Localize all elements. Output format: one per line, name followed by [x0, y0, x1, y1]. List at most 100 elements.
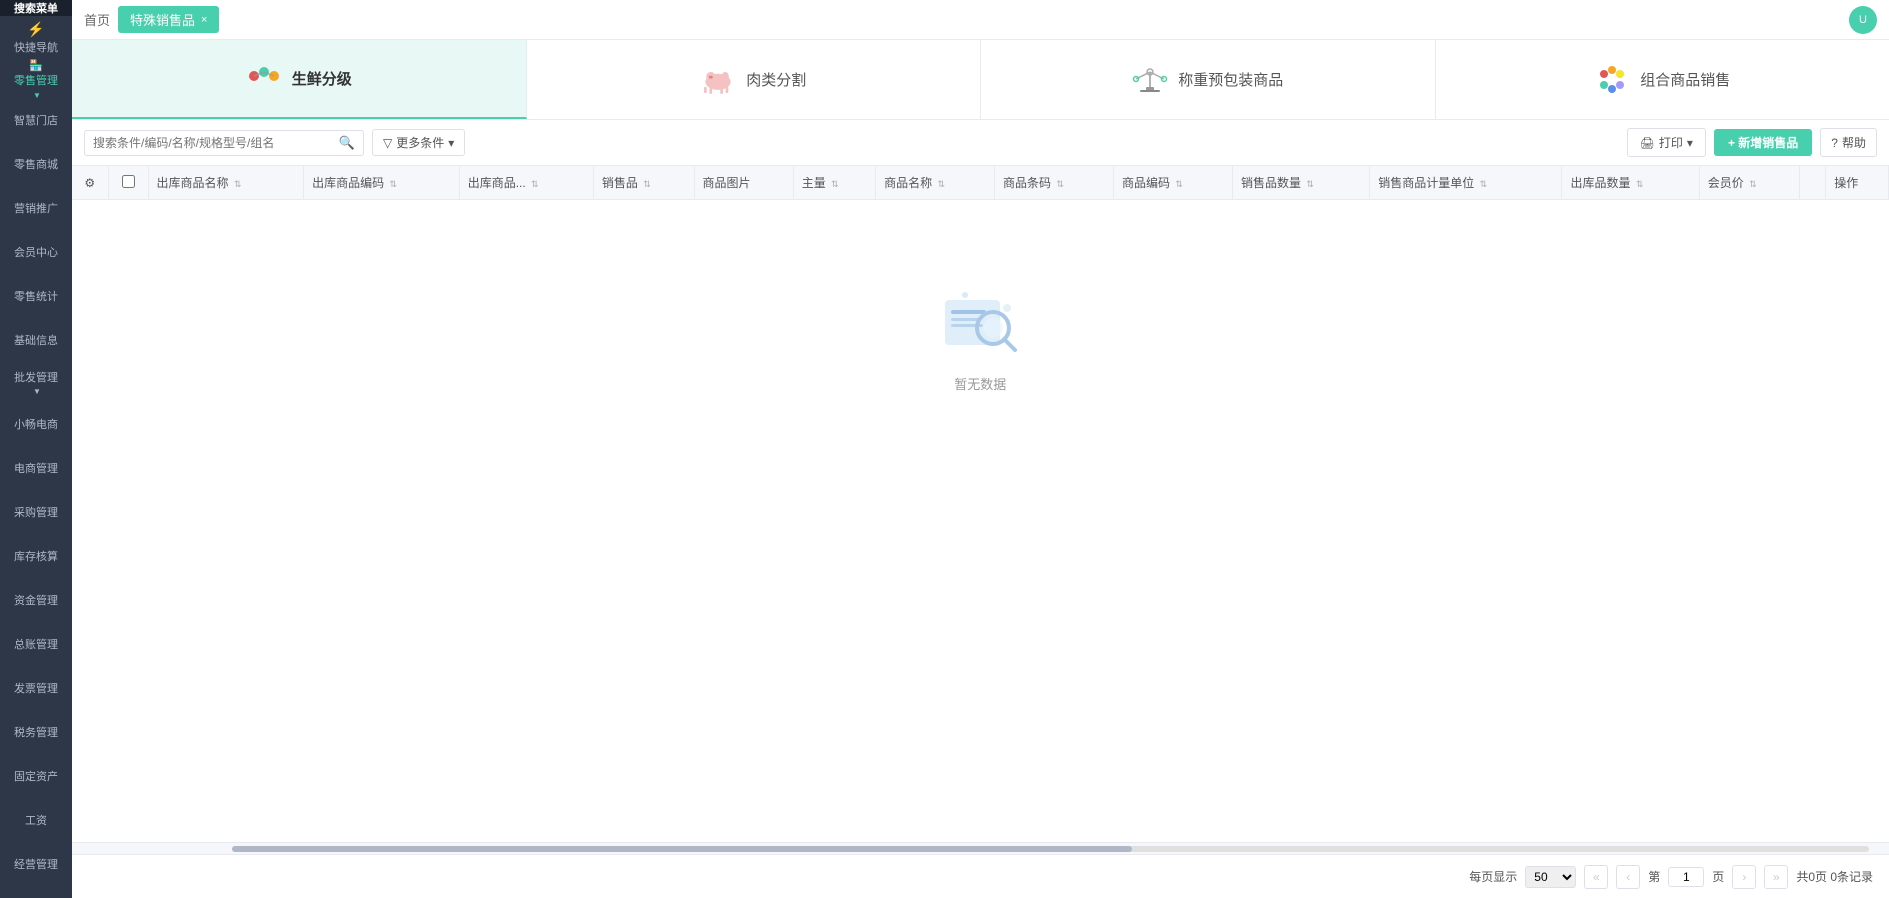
per-page-select[interactable]: 10 20 50 100 [1525, 866, 1576, 888]
th-sales-product[interactable]: 销售品 ⇅ [593, 166, 694, 200]
sidebar-item-fund-mgmt[interactable]: 资金管理 [0, 580, 72, 624]
sort-icon: ⇅ [643, 179, 651, 189]
category-tabs: 生鲜分级 肉类 [72, 40, 1889, 120]
sidebar-item-label: 电商管理 [14, 462, 58, 477]
combo-sales-icon [1594, 65, 1630, 95]
th-member-price[interactable]: 会员价 ⇅ [1699, 166, 1800, 200]
sidebar-item-invoice-mgmt[interactable]: 发票管理 [0, 668, 72, 712]
sidebar-item-label: 会员中心 [14, 246, 58, 261]
sidebar-item-retail-mall[interactable]: 零售商城 [0, 144, 72, 188]
search-icon[interactable]: 🔍 [339, 135, 355, 151]
sidebar-logo[interactable]: 搜索菜单 [0, 0, 72, 16]
sidebar-item-fixed-assets[interactable]: 固定资产 [0, 756, 72, 800]
quick-nav-icon: ⚡ [27, 20, 44, 40]
per-page-label: 每页显示 [1469, 868, 1517, 885]
th-sales-qty[interactable]: 销售品数量 ⇅ [1232, 166, 1369, 200]
help-label: 帮助 [1842, 134, 1866, 151]
th-ops: 操作 [1826, 166, 1889, 200]
scrollbar-track [232, 846, 1869, 852]
sidebar-item-label: 资金管理 [14, 594, 58, 609]
sidebar-item-label: 库存核算 [14, 550, 58, 565]
sidebar-item-wholesale-mgmt[interactable]: 批发管理 ▼ [0, 364, 72, 404]
sidebar-item-mini-ecom[interactable]: 小畅电商 [0, 404, 72, 448]
th-product-name[interactable]: 商品名称 ⇅ [876, 166, 995, 200]
page-label: 第 [1648, 868, 1660, 885]
filter-icon: ▽ [383, 136, 392, 150]
first-page-icon: « [1593, 870, 1600, 884]
data-table: ⚙ 出库商品名称 ⇅ 出库商品编码 ⇅ 出库商品 [72, 166, 1889, 473]
sidebar-item-basic-info2[interactable]: 基础信息 [0, 888, 72, 898]
table-body: 暂无数据 [72, 200, 1889, 474]
scrollbar-thumb[interactable] [232, 846, 1132, 852]
tab-scale-pack[interactable]: 称重预包装商品 [981, 40, 1436, 119]
sidebar-item-sales-promo[interactable]: 营销推广 [0, 188, 72, 232]
sidebar-item-label: 智慧门店 [14, 114, 58, 129]
sidebar-item-smart-store[interactable]: 智慧门店 [0, 100, 72, 144]
avatar-initials: U [1859, 14, 1867, 26]
sort-icon: ⇅ [937, 179, 945, 189]
next-page-button[interactable]: › [1732, 865, 1756, 889]
sidebar-item-label: 快捷导航 [14, 41, 58, 56]
sidebar-item-label: 税务管理 [14, 726, 58, 741]
prev-page-icon: ‹ [1626, 870, 1630, 884]
filter-button[interactable]: ▽ 更多条件 ▾ [372, 129, 465, 156]
last-page-button[interactable]: » [1764, 865, 1788, 889]
sidebar-logo-text: 搜索菜单 [14, 0, 58, 16]
th-sales-unit[interactable]: 销售商品计量单位 ⇅ [1370, 166, 1562, 200]
tab-fresh-grade[interactable]: 生鲜分级 [72, 40, 527, 119]
chevron-down-icon: ▼ [33, 90, 41, 101]
add-product-button[interactable]: + 新增销售品 [1714, 129, 1812, 156]
sort-icon: ⇅ [234, 179, 242, 189]
select-all-checkbox[interactable] [122, 175, 135, 188]
sidebar-item-label: 总账管理 [14, 638, 58, 653]
sidebar-item-total-mgmt[interactable]: 总账管理 [0, 624, 72, 668]
user-avatar[interactable]: U [1849, 6, 1877, 34]
th-product-barcode[interactable]: 商品条码 ⇅ [995, 166, 1114, 200]
sort-icon: ⇅ [531, 179, 539, 189]
print-button[interactable]: 🖨 打印 ▾ [1627, 128, 1706, 157]
sidebar-item-basic-info[interactable]: 基础信息 [0, 320, 72, 364]
th-out-product-name[interactable]: 出库商品名称 ⇅ [148, 166, 304, 200]
empty-icon [935, 280, 1025, 360]
sidebar-item-tax-mgmt[interactable]: 税务管理 [0, 712, 72, 756]
th-out-qty[interactable]: 出库品数量 ⇅ [1562, 166, 1699, 200]
tab-combo-sales[interactable]: 组合商品销售 [1436, 40, 1889, 119]
th-out-product-code[interactable]: 出库商品编码 ⇅ [304, 166, 460, 200]
sidebar-item-ops-mgmt[interactable]: 经营管理 [0, 844, 72, 888]
sidebar-item-retail-stats[interactable]: 零售统计 [0, 276, 72, 320]
page-input[interactable] [1668, 867, 1704, 887]
empty-state-row: 暂无数据 [72, 200, 1889, 474]
sidebar-item-quick-nav[interactable]: ⚡ 快捷导航 [0, 16, 72, 60]
tab-meat-split[interactable]: 肉类分割 [527, 40, 982, 119]
th-main-weight[interactable]: 主量 ⇅ [793, 166, 875, 200]
search-box[interactable]: 🔍 [84, 130, 364, 156]
sidebar-item-retail-mgmt[interactable]: 🏪 零售管理 ▼ [0, 60, 72, 100]
toolbar-right: 🖨 打印 ▾ + 新增销售品 ? 帮助 [1627, 128, 1877, 157]
th-out-product-x[interactable]: 出库商品... ⇅ [459, 166, 593, 200]
th-checkbox[interactable] [108, 166, 148, 200]
sidebar-item-salary[interactable]: 工资 [0, 800, 72, 844]
home-tab[interactable]: 首页 [84, 10, 110, 29]
sidebar-item-member-center[interactable]: 会员中心 [0, 232, 72, 276]
fresh-grade-icon [246, 64, 282, 94]
print-label: 打印 [1659, 134, 1683, 151]
main-content: 首页 特殊销售品 × U [72, 0, 1889, 898]
print-arrow-icon: ▾ [1687, 136, 1693, 150]
last-page-icon: » [1773, 870, 1780, 884]
th-settings[interactable]: ⚙ [72, 166, 108, 200]
th-product-code[interactable]: 商品编码 ⇅ [1114, 166, 1233, 200]
search-input[interactable] [93, 136, 335, 150]
sidebar-item-stock-check[interactable]: 库存核算 [0, 536, 72, 580]
horizontal-scrollbar[interactable] [72, 842, 1889, 854]
sort-icon: ⇅ [1636, 179, 1644, 189]
help-button[interactable]: ? 帮助 [1820, 128, 1877, 157]
sidebar-item-purchase-mgmt[interactable]: 采购管理 [0, 492, 72, 536]
page-unit: 页 [1712, 868, 1724, 885]
close-tab-button[interactable]: × [201, 14, 207, 26]
active-tab[interactable]: 特殊销售品 × [118, 6, 219, 33]
prev-page-button[interactable]: ‹ [1616, 865, 1640, 889]
first-page-button[interactable]: « [1584, 865, 1608, 889]
empty-state: 暂无数据 [72, 200, 1889, 473]
sidebar-item-ecom-mgmt[interactable]: 电商管理 [0, 448, 72, 492]
th-product-image[interactable]: 商品图片 [694, 166, 793, 200]
